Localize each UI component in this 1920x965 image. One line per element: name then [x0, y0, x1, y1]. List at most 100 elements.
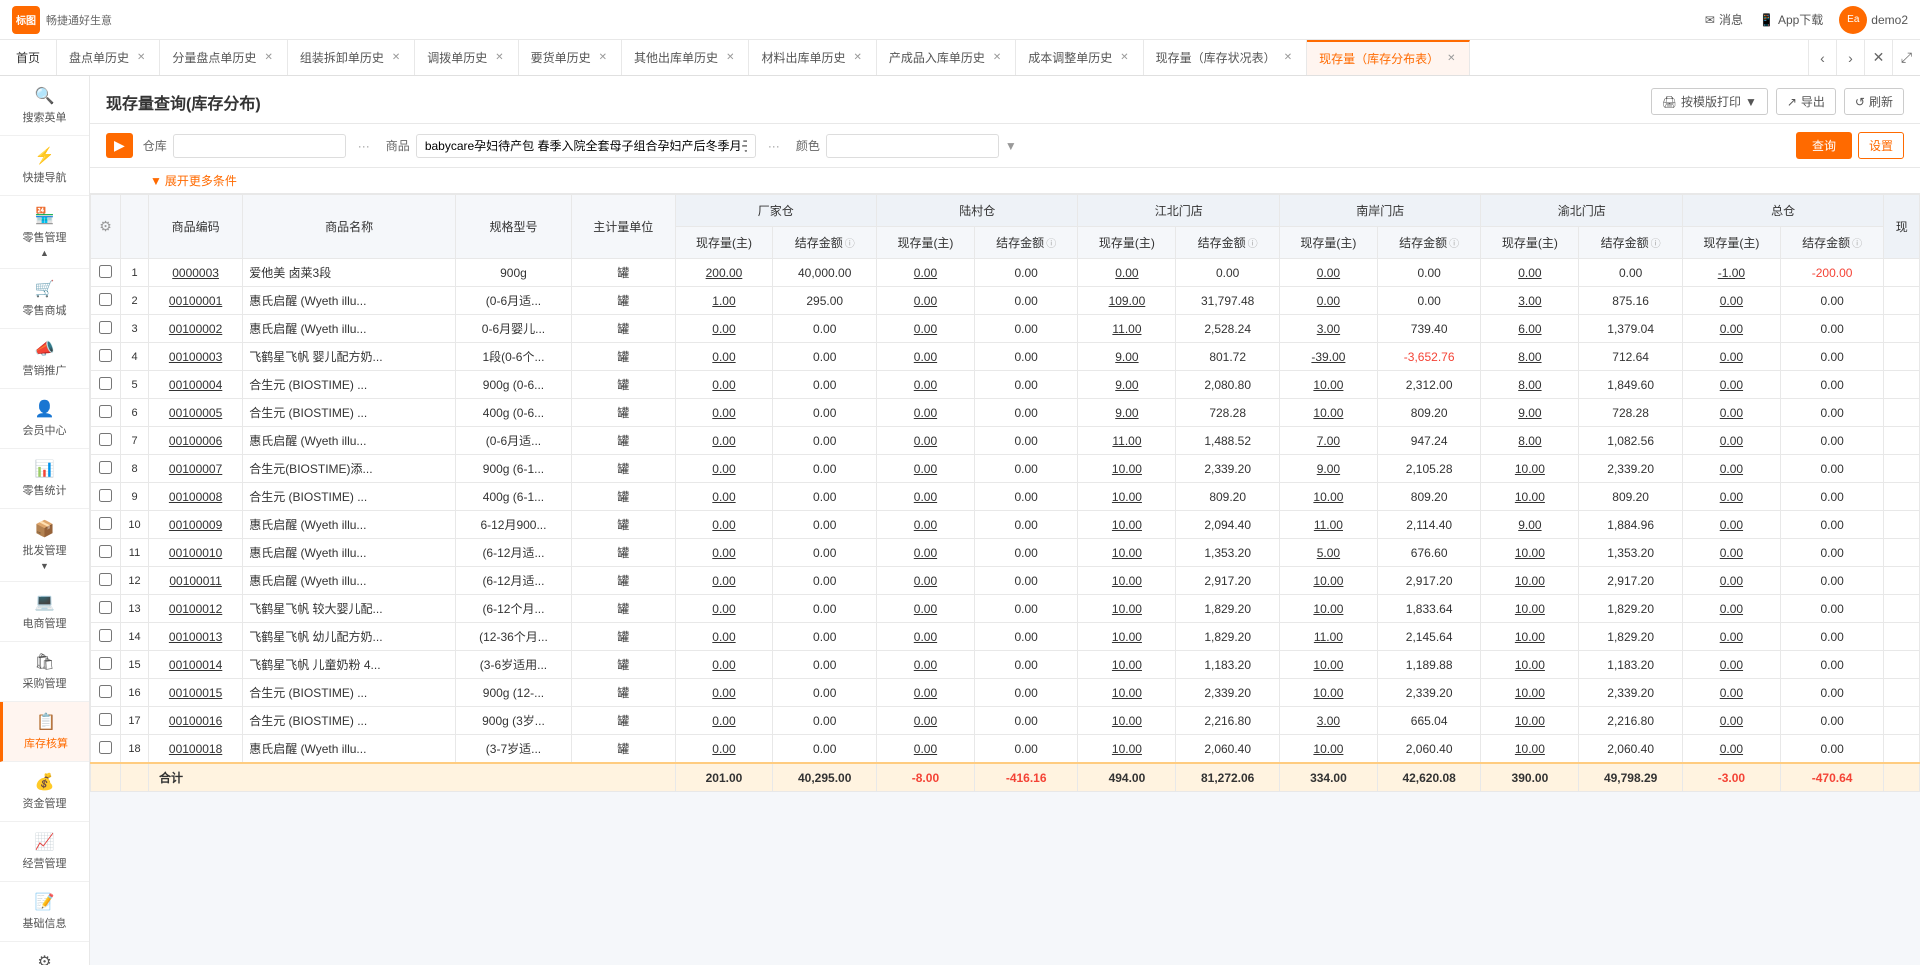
- row-check[interactable]: [91, 511, 121, 539]
- row-nanan-qty[interactable]: 0.00: [1279, 287, 1377, 315]
- row-changjiacao-qty[interactable]: 200.00: [675, 259, 773, 287]
- tab-disassemble[interactable]: 组装拆卸单历史 ✕: [288, 40, 415, 76]
- sidebar-item-basic[interactable]: 📝 基础信息: [0, 882, 89, 942]
- row-total-qty[interactable]: 0.00: [1682, 623, 1780, 651]
- sidebar-item-marketing[interactable]: 📣 营销推广: [0, 329, 89, 389]
- row-code[interactable]: 00100016: [149, 707, 243, 735]
- row-jiangbei-qty[interactable]: 11.00: [1078, 315, 1176, 343]
- row-changjiacao-qty[interactable]: 1.00: [675, 287, 773, 315]
- sidebar-item-ecommerce[interactable]: 💻 电商管理: [0, 582, 89, 642]
- row-yubei-qty[interactable]: 9.00: [1481, 399, 1579, 427]
- tab-material-out[interactable]: 材料出库单历史 ✕: [749, 40, 876, 76]
- info-icon-4[interactable]: ⓘ: [1449, 239, 1459, 250]
- row-check[interactable]: [91, 343, 121, 371]
- row-nanan-qty[interactable]: 10.00: [1279, 567, 1377, 595]
- row-check[interactable]: [91, 679, 121, 707]
- row-total-qty[interactable]: 0.00: [1682, 371, 1780, 399]
- row-changjiacao-qty[interactable]: 0.00: [675, 427, 773, 455]
- tab-other-out[interactable]: 其他出库单历史 ✕: [622, 40, 749, 76]
- row-lucun-qty[interactable]: 0.00: [877, 371, 975, 399]
- row-jiangbei-qty[interactable]: 10.00: [1078, 651, 1176, 679]
- info-icon-1[interactable]: ⓘ: [845, 239, 855, 250]
- sidebar-item-member[interactable]: 👤 会员中心: [0, 389, 89, 449]
- row-check[interactable]: [91, 287, 121, 315]
- row-lucun-qty[interactable]: 0.00: [877, 623, 975, 651]
- filter-toggle-btn[interactable]: ▶: [106, 133, 133, 158]
- row-changjiacao-qty[interactable]: 0.00: [675, 315, 773, 343]
- tab-expand-btn[interactable]: ⤢: [1892, 40, 1920, 76]
- row-changjiacao-qty[interactable]: 0.00: [675, 371, 773, 399]
- close-tab-stock-status[interactable]: ✕: [1282, 51, 1294, 64]
- row-changjiacao-qty[interactable]: 0.00: [675, 679, 773, 707]
- tab-close-btn[interactable]: ✕: [1864, 40, 1892, 76]
- row-yubei-qty[interactable]: 10.00: [1481, 455, 1579, 483]
- tab-prev-btn[interactable]: ‹: [1808, 40, 1836, 76]
- row-lucun-qty[interactable]: 0.00: [877, 511, 975, 539]
- row-check[interactable]: [91, 455, 121, 483]
- row-code[interactable]: 00100011: [149, 567, 243, 595]
- row-code[interactable]: 00100001: [149, 287, 243, 315]
- row-changjiacao-qty[interactable]: 0.00: [675, 651, 773, 679]
- tab-finished-in[interactable]: 产成品入库单历史 ✕: [877, 40, 1016, 76]
- row-changjiacao-qty[interactable]: 0.00: [675, 399, 773, 427]
- row-nanan-qty[interactable]: 10.00: [1279, 399, 1377, 427]
- row-code[interactable]: 00100013: [149, 623, 243, 651]
- row-lucun-qty[interactable]: 0.00: [877, 707, 975, 735]
- row-check[interactable]: [91, 315, 121, 343]
- row-total-qty[interactable]: 0.00: [1682, 511, 1780, 539]
- sidebar-item-retail-stats[interactable]: 📊 零售统计: [0, 449, 89, 509]
- row-yubei-qty[interactable]: 10.00: [1481, 707, 1579, 735]
- tab-cost-adjust[interactable]: 成本调整单历史 ✕: [1016, 40, 1143, 76]
- row-checkbox[interactable]: [99, 685, 112, 698]
- row-checkbox[interactable]: [99, 489, 112, 502]
- row-total-qty[interactable]: 0.00: [1682, 427, 1780, 455]
- row-checkbox[interactable]: [99, 517, 112, 530]
- close-tab-material-out[interactable]: ✕: [851, 51, 863, 64]
- row-yubei-qty[interactable]: 0.00: [1481, 259, 1579, 287]
- row-nanan-qty[interactable]: 3.00: [1279, 707, 1377, 735]
- row-checkbox[interactable]: [99, 377, 112, 390]
- row-total-qty[interactable]: 0.00: [1682, 679, 1780, 707]
- row-changjiacao-qty[interactable]: 0.00: [675, 455, 773, 483]
- user-menu[interactable]: Ea demo2: [1839, 6, 1908, 34]
- row-yubei-qty[interactable]: 10.00: [1481, 735, 1579, 764]
- row-changjiacao-qty[interactable]: 0.00: [675, 539, 773, 567]
- row-total-qty[interactable]: 0.00: [1682, 315, 1780, 343]
- warehouse-ellipsis[interactable]: ···: [352, 137, 376, 155]
- row-nanan-qty[interactable]: 11.00: [1279, 511, 1377, 539]
- row-code[interactable]: 00100015: [149, 679, 243, 707]
- row-lucun-qty[interactable]: 0.00: [877, 651, 975, 679]
- sidebar-item-retail-shop[interactable]: 🛒 零售商城: [0, 269, 89, 329]
- app-download-btn[interactable]: 📱 App下载: [1759, 11, 1823, 28]
- row-check[interactable]: [91, 623, 121, 651]
- sidebar-item-purchase[interactable]: 🛍 采购管理: [0, 642, 89, 702]
- row-lucun-qty[interactable]: 0.00: [877, 399, 975, 427]
- row-lucun-qty[interactable]: 0.00: [877, 595, 975, 623]
- row-checkbox[interactable]: [99, 629, 112, 642]
- row-yubei-qty[interactable]: 6.00: [1481, 315, 1579, 343]
- table-wrapper[interactable]: ⚙ 商品编码 商品名称 规格型号 主计量单位 厂家仓 陆村仓 江北门店 南岸门店…: [90, 194, 1920, 965]
- row-code[interactable]: 0000003: [149, 259, 243, 287]
- row-lucun-qty[interactable]: 0.00: [877, 455, 975, 483]
- row-checkbox[interactable]: [99, 573, 112, 586]
- row-check[interactable]: [91, 427, 121, 455]
- row-yubei-qty[interactable]: 10.00: [1481, 539, 1579, 567]
- row-jiangbei-qty[interactable]: 10.00: [1078, 707, 1176, 735]
- close-tab-stock-sub[interactable]: ✕: [262, 51, 274, 64]
- row-code[interactable]: 00100005: [149, 399, 243, 427]
- row-checkbox[interactable]: [99, 321, 112, 334]
- close-tab-disassemble[interactable]: ✕: [390, 51, 402, 64]
- warehouse-input[interactable]: [173, 134, 346, 158]
- row-total-qty[interactable]: 0.00: [1682, 595, 1780, 623]
- message-btn[interactable]: ✉ 消息: [1705, 11, 1743, 28]
- row-checkbox[interactable]: [99, 433, 112, 446]
- row-lucun-qty[interactable]: 0.00: [877, 315, 975, 343]
- row-lucun-qty[interactable]: 0.00: [877, 539, 975, 567]
- row-checkbox[interactable]: [99, 405, 112, 418]
- row-jiangbei-qty[interactable]: 9.00: [1078, 343, 1176, 371]
- row-nanan-qty[interactable]: 10.00: [1279, 679, 1377, 707]
- row-checkbox[interactable]: [99, 601, 112, 614]
- row-checkbox[interactable]: [99, 657, 112, 670]
- row-yubei-qty[interactable]: 8.00: [1481, 343, 1579, 371]
- row-total-qty[interactable]: 0.00: [1682, 651, 1780, 679]
